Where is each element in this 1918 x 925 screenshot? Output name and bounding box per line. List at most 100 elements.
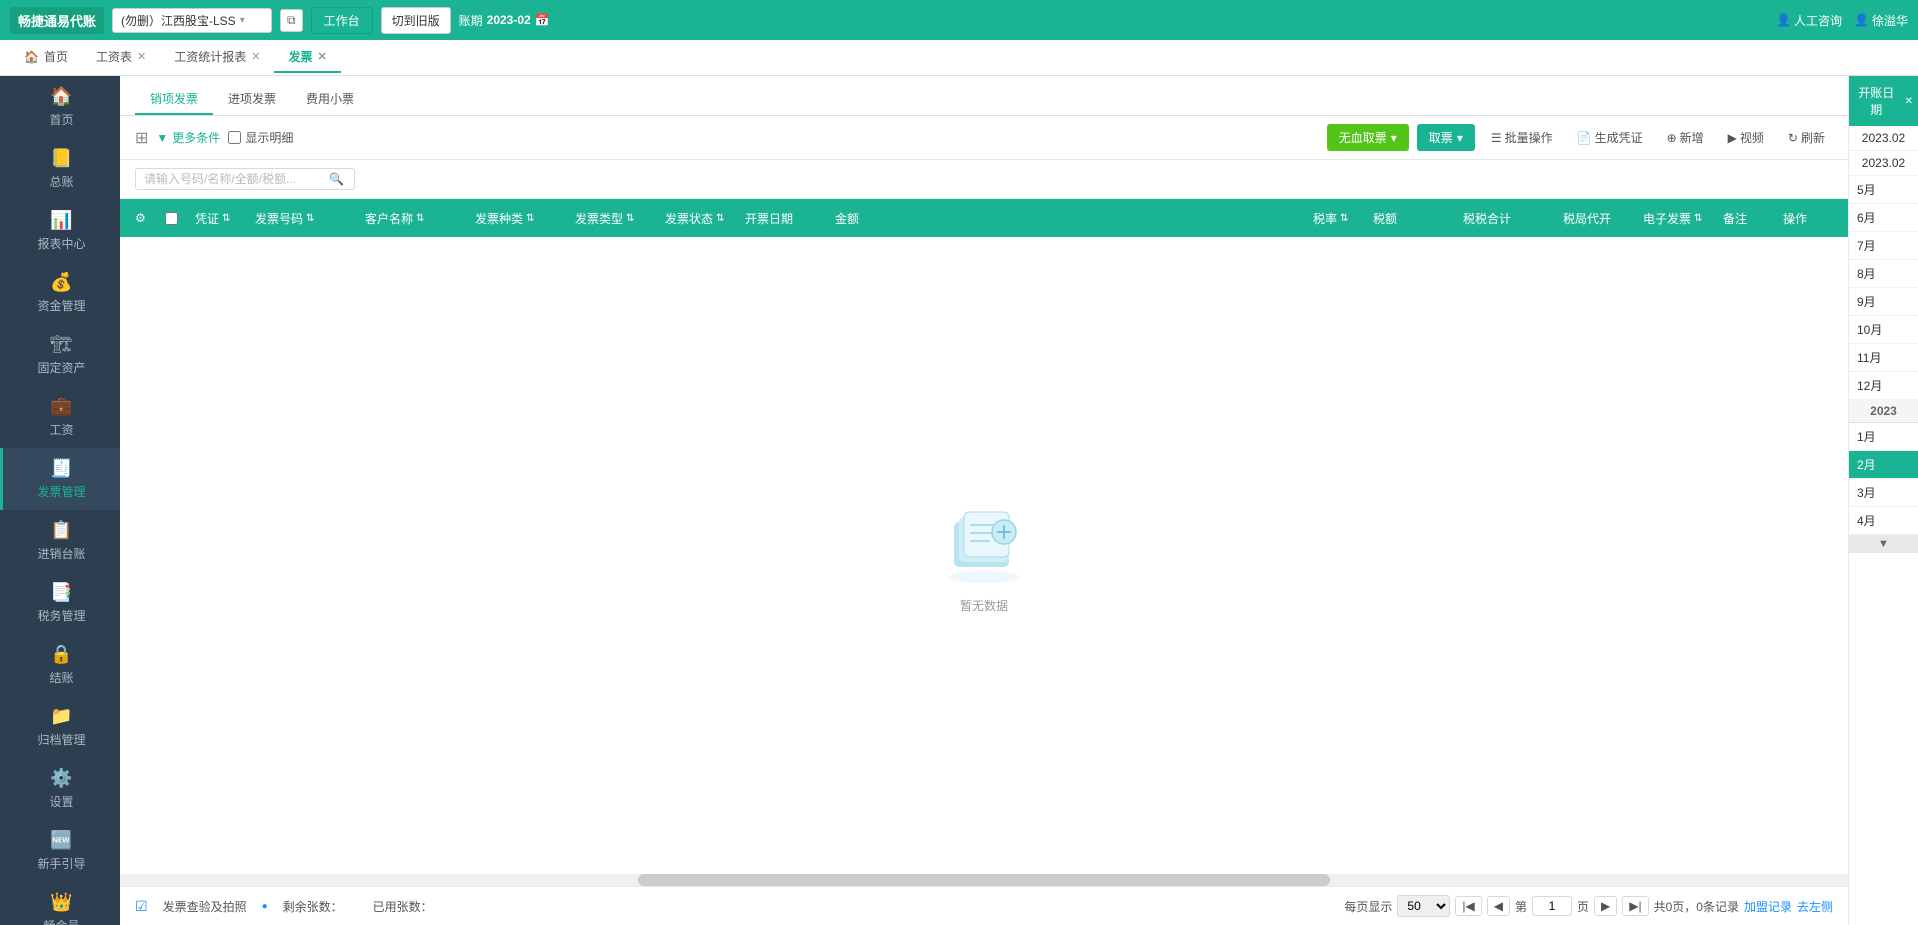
- th-einvoice[interactable]: 电子发票 ⇅: [1638, 210, 1718, 227]
- month-7[interactable]: 7月: [1849, 232, 1918, 260]
- invoice-num-sort-icon[interactable]: ⇅: [306, 213, 314, 224]
- sidebar-item-tax[interactable]: 📑 税务管理: [0, 572, 120, 634]
- service-icon: 👤: [1776, 13, 1791, 27]
- month-2023-3[interactable]: 3月: [1849, 479, 1918, 507]
- search-icon[interactable]: 🔍: [329, 172, 344, 186]
- page-size-select[interactable]: 50 100 200: [1397, 895, 1450, 917]
- close-panel-icon[interactable]: ✕: [1905, 96, 1913, 107]
- th-remark[interactable]: 备注: [1718, 210, 1778, 227]
- show-detail-checkbox[interactable]: [228, 131, 241, 144]
- close-tab-salary-report[interactable]: ✕: [251, 50, 260, 63]
- th-invoice-category[interactable]: 发票类型 ⇅: [570, 210, 660, 227]
- invoice-type-filter-icon[interactable]: ⇅: [526, 213, 534, 224]
- th-invoice-type[interactable]: 发票种类 ⇅: [470, 210, 570, 227]
- sidebar: 🏠 首页 📒 总账 📊 报表中心 💰 资金管理 🏗 固定资产 💼 工资 🧾 发票…: [0, 76, 120, 925]
- search-input[interactable]: [144, 172, 324, 186]
- sidebar-item-reports[interactable]: 📊 报表中心: [0, 200, 120, 262]
- month-2023-4[interactable]: 4月: [1849, 507, 1918, 535]
- page-number-input[interactable]: [1532, 896, 1572, 916]
- sub-tab-sales-invoice[interactable]: 销项发票: [135, 84, 213, 115]
- sidebar-item-sales[interactable]: 📋 进销台账: [0, 510, 120, 572]
- th-check[interactable]: [160, 212, 190, 225]
- company-selector[interactable]: (勿删）江西股宝-LSS ▾: [112, 8, 272, 33]
- tab-salary[interactable]: 工资表 ✕: [82, 42, 160, 73]
- tab-home[interactable]: 🏠 首页: [10, 42, 82, 73]
- toolbar-right: 无血取票 ▾ 取票 ▾ ☰ 批量操作 📄 生成凭证 ⊕ 新增: [1327, 124, 1833, 151]
- month-2023-1[interactable]: 1月: [1849, 423, 1918, 451]
- close-tab-invoice[interactable]: ✕: [317, 50, 326, 63]
- last-page-btn[interactable]: ▶|: [1622, 896, 1648, 916]
- date-panel: 开账日期 ✕ 2023.02 2023.02 5月 6月 7月 8月 9月 10…: [1848, 76, 1918, 925]
- voucher-sort-icon[interactable]: ⇅: [222, 213, 230, 224]
- th-invoice-num[interactable]: 发票号码 ⇅: [250, 210, 360, 227]
- month-6[interactable]: 6月: [1849, 204, 1918, 232]
- select-all-checkbox[interactable]: [165, 212, 178, 225]
- th-invoice-status[interactable]: 发票状态 ⇅: [660, 210, 740, 227]
- sidebar-item-assets[interactable]: 🏗 固定资产: [0, 324, 120, 386]
- topbar: 畅捷通易代账 (勿删）江西股宝-LSS ▾ ⧉ 工作台 切到旧版 账期 2023…: [0, 0, 1918, 40]
- switch-version-button[interactable]: 切到旧版: [381, 7, 451, 34]
- fetch-ticket-btn[interactable]: 取票 ▾: [1417, 124, 1475, 151]
- scrollbar-thumb[interactable]: [638, 874, 1329, 886]
- tab-invoice[interactable]: 发票 ✕: [274, 42, 340, 73]
- open-period-header[interactable]: 开账日期 ✕: [1849, 76, 1918, 126]
- month-8[interactable]: 8月: [1849, 260, 1918, 288]
- month-12[interactable]: 12月: [1849, 372, 1918, 400]
- th-taxcode[interactable]: 税局代开: [1558, 210, 1638, 227]
- go-left-link[interactable]: 去左侧: [1797, 898, 1833, 915]
- refresh-btn[interactable]: ↻ 刷新: [1780, 124, 1833, 151]
- sidebar-item-guide[interactable]: 🆕 新手引导: [0, 820, 120, 882]
- first-page-btn[interactable]: |◀: [1455, 896, 1481, 916]
- th-date[interactable]: 开票日期: [740, 210, 830, 227]
- copy-button[interactable]: ⧉: [280, 9, 303, 32]
- show-detail-label[interactable]: 显示明细: [228, 129, 293, 146]
- taxrate-filter-icon[interactable]: ⇅: [1340, 213, 1348, 224]
- date-panel-scroll-down[interactable]: ▼: [1849, 535, 1918, 553]
- sidebar-item-settings[interactable]: ⚙️ 设置: [0, 758, 120, 820]
- sidebar-item-salary[interactable]: 💼 工资: [0, 386, 120, 448]
- month-10[interactable]: 10月: [1849, 316, 1918, 344]
- period-icon[interactable]: 📅: [535, 13, 550, 27]
- next-page-btn[interactable]: ▶: [1594, 896, 1617, 916]
- month-11[interactable]: 11月: [1849, 344, 1918, 372]
- no-cancel-ticket-btn[interactable]: 无血取票 ▾: [1327, 124, 1409, 151]
- sidebar-item-ledger[interactable]: 📒 总账: [0, 138, 120, 200]
- batch-op-btn[interactable]: ☰ 批量操作: [1483, 124, 1561, 151]
- th-customer[interactable]: 客户名称 ⇅: [360, 210, 470, 227]
- th-settings[interactable]: ⚙: [130, 211, 160, 225]
- th-taxrate[interactable]: 税率 ⇅: [1308, 210, 1368, 227]
- month-5[interactable]: 5月: [1849, 176, 1918, 204]
- workspace-button[interactable]: 工作台: [311, 7, 373, 34]
- horizontal-scrollbar[interactable]: [120, 874, 1848, 886]
- service-button[interactable]: 👤 人工咨询: [1776, 12, 1842, 29]
- sidebar-item-home[interactable]: 🏠 首页: [0, 76, 120, 138]
- period-row-2023-02-top[interactable]: 2023.02: [1849, 126, 1918, 151]
- sub-tab-expense-receipt[interactable]: 费用小票: [291, 84, 369, 115]
- new-btn[interactable]: ⊕ 新增: [1659, 124, 1712, 151]
- month-2023-2[interactable]: 2月: [1849, 451, 1918, 479]
- sidebar-item-invoice[interactable]: 🧾 发票管理: [0, 448, 120, 510]
- user-menu[interactable]: 👤 徐溢华: [1854, 12, 1908, 29]
- sidebar-item-archive[interactable]: 📁 归档管理: [0, 696, 120, 758]
- sidebar-item-member[interactable]: 👑 畅会员: [0, 882, 120, 925]
- join-record-link[interactable]: 加盟记录: [1744, 898, 1792, 915]
- customer-sort-icon[interactable]: ⇅: [416, 213, 424, 224]
- einvoice-filter-icon[interactable]: ⇅: [1694, 213, 1702, 224]
- sub-tab-purchase-invoice[interactable]: 进项发票: [213, 84, 291, 115]
- invoice-status-filter-icon[interactable]: ⇅: [716, 213, 724, 224]
- th-amount[interactable]: 金额: [830, 210, 1308, 227]
- th-tax[interactable]: 税额: [1368, 210, 1458, 227]
- month-9[interactable]: 9月: [1849, 288, 1918, 316]
- th-voucher[interactable]: 凭证 ⇅: [190, 210, 250, 227]
- tab-salary-report[interactable]: 工资统计报表 ✕: [160, 42, 274, 73]
- video-btn[interactable]: ▶ 视频: [1720, 124, 1772, 151]
- sidebar-item-funds[interactable]: 💰 资金管理: [0, 262, 120, 324]
- period-row-2023-02[interactable]: 2023.02: [1849, 151, 1918, 176]
- prev-page-btn[interactable]: ◀: [1487, 896, 1510, 916]
- th-taxsum[interactable]: 税税合计: [1458, 210, 1558, 227]
- sidebar-item-close[interactable]: 🔒 结账: [0, 634, 120, 696]
- close-tab-salary[interactable]: ✕: [137, 50, 146, 63]
- gen-voucher-btn[interactable]: 📄 生成凭证: [1569, 124, 1651, 151]
- invoice-category-filter-icon[interactable]: ⇅: [626, 213, 634, 224]
- more-conditions-btn[interactable]: ▼ 更多条件: [156, 129, 220, 146]
